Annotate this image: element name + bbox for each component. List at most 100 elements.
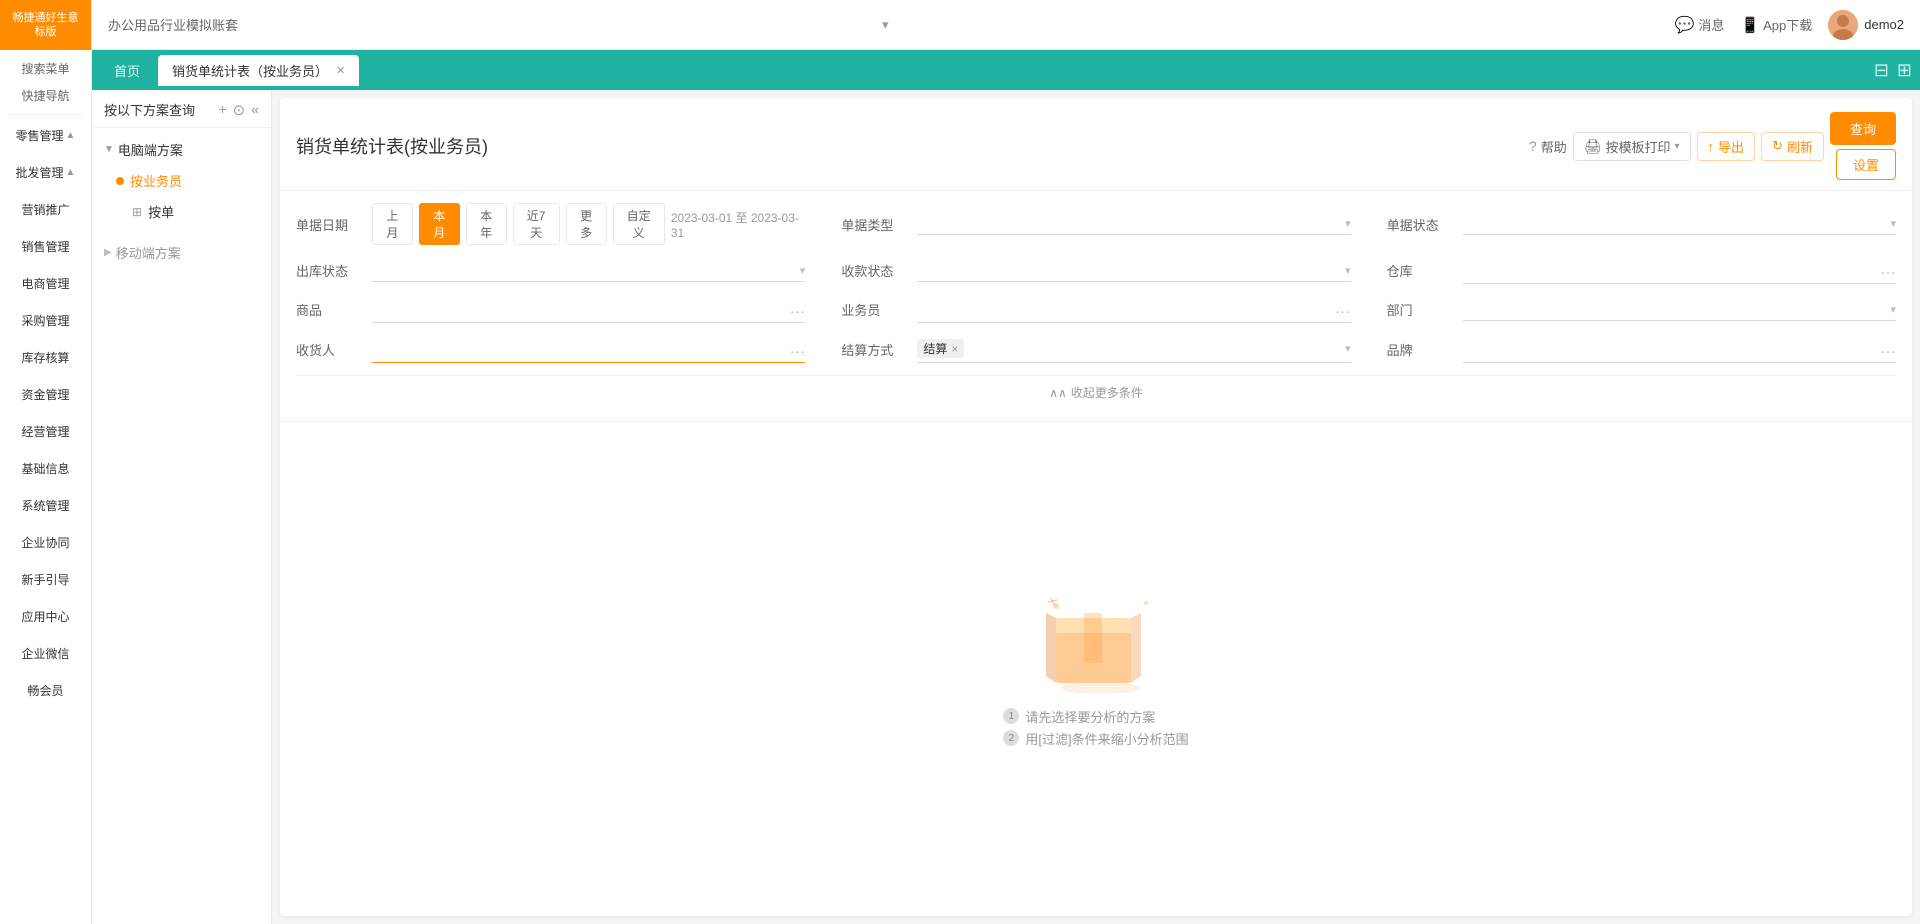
doc-status-arrow-icon: ▾: [1890, 217, 1896, 230]
page-header: 销货单统计表(按业务员) ? 帮助 🖨 按模板打印 ▾ ↑ 导出: [280, 98, 1912, 191]
sidebar-item-system[interactable]: 系统管理: [0, 487, 91, 524]
user-profile[interactable]: demo2: [1828, 10, 1904, 40]
doc-status-select[interactable]: ▾: [1463, 213, 1896, 235]
sidebar-item-basic[interactable]: 基础信息: [0, 450, 91, 487]
salesman-dots[interactable]: …: [1335, 300, 1351, 318]
goods-select[interactable]: …: [372, 296, 805, 323]
warehouse-select[interactable]: …: [1463, 257, 1896, 284]
tab-expand-icon[interactable]: ⊞: [1897, 60, 1912, 81]
sidebar-search[interactable]: 搜索菜单: [0, 50, 91, 83]
sidebar-item-app-center[interactable]: 应用中心: [0, 598, 91, 635]
expand-arrow-icon: ▼: [104, 144, 114, 155]
sidebar-item-label: 营销推广: [21, 201, 69, 218]
sidebar-item-vip[interactable]: 畅会员: [0, 672, 91, 709]
date-filter-group: 上月 本月 本年 近7天 更多 自定义 2023-03-01 至 2023-03…: [372, 203, 805, 245]
sidebar-item-sales[interactable]: 销售管理: [0, 228, 91, 265]
refresh-label: 刷新: [1787, 137, 1813, 156]
left-panel-title: 按以下方案查询: [104, 100, 195, 119]
dept-select[interactable]: ▾: [1463, 299, 1896, 321]
plan-item-by-salesman[interactable]: 按业务员: [92, 165, 271, 196]
plan-group-pc-label: 电脑端方案: [118, 140, 183, 159]
sidebar-item-enterprise[interactable]: 企业协同: [0, 524, 91, 561]
settings-button[interactable]: 设置: [1836, 149, 1896, 180]
phone-icon: 📱: [1740, 16, 1759, 34]
goods-dots[interactable]: …: [789, 300, 805, 318]
query-button[interactable]: 查询: [1830, 112, 1896, 145]
receipt-status-select[interactable]: ▾: [917, 260, 1350, 282]
page-title: 销货单统计表(按业务员): [296, 133, 488, 159]
avatar: [1828, 10, 1858, 40]
collapse-more-bar[interactable]: ∧∧ 收起更多条件: [296, 375, 1896, 409]
brand-label: 品牌: [1387, 340, 1447, 359]
dept-label: 部门: [1387, 300, 1447, 319]
consignee-dots[interactable]: …: [789, 340, 805, 358]
sidebar-item-retail[interactable]: 零售管理 ▲: [0, 117, 91, 154]
dropdown-icon[interactable]: ▾: [882, 17, 889, 33]
receipt-status-arrow-icon: ▾: [1345, 264, 1351, 277]
sidebar-item-inventory[interactable]: 库存核算: [0, 339, 91, 376]
export-button[interactable]: ↑ 导出: [1697, 132, 1756, 161]
message-button[interactable]: 💬 消息: [1675, 15, 1725, 35]
settlement-select[interactable]: 结算 × ▾: [917, 335, 1350, 363]
tab-sales-stat[interactable]: 销货单统计表（按业务员） ✕: [158, 55, 359, 86]
sidebar-item-finance[interactable]: 资金管理: [0, 376, 91, 413]
date-btn-more[interactable]: 更多: [566, 203, 607, 245]
dept-arrow-icon: ▾: [1890, 303, 1896, 316]
date-btn-last-month[interactable]: 上月: [372, 203, 413, 245]
date-btn-custom[interactable]: 自定义: [613, 203, 665, 245]
help-button[interactable]: ? 帮助: [1529, 137, 1567, 156]
brand-select[interactable]: …: [1463, 336, 1896, 363]
app-logo: 畅捷通好生意标版: [0, 0, 91, 50]
salesman-select[interactable]: …: [917, 296, 1350, 323]
sidebar-item-label: 新手引导: [21, 571, 69, 588]
plan-group-pc-header[interactable]: ▼ 电脑端方案: [92, 134, 271, 165]
sidebar-item-newbie[interactable]: 新手引导: [0, 561, 91, 598]
date-btn-last-7[interactable]: 近7天: [513, 203, 560, 245]
doc-status-label: 单据状态: [1387, 215, 1447, 234]
warehouse-dots[interactable]: …: [1880, 261, 1896, 279]
app-download-button[interactable]: 📱 App下载: [1740, 15, 1812, 34]
template-print-button[interactable]: 🖨 按模板打印 ▾: [1573, 132, 1691, 161]
empty-text: 1 请先选择要分析的方案 2 用[过滤]条件来缩小分析范围: [1003, 704, 1188, 751]
plan-item-by-salesman-label: 按业务员: [130, 171, 182, 190]
tab-minimize-icon[interactable]: ⊟: [1874, 60, 1889, 81]
edit-plan-icon[interactable]: ⊙: [233, 101, 246, 119]
add-plan-icon[interactable]: +: [218, 101, 226, 119]
collapse-up-icon: ∧∧: [1049, 386, 1067, 400]
sidebar-item-wholesale[interactable]: 批发管理 ▲: [0, 154, 91, 191]
left-panel-header: 按以下方案查询 + ⊙ «: [92, 90, 271, 128]
sidebar-item-wechat[interactable]: 企业微信: [0, 635, 91, 672]
tab-home[interactable]: 首页: [100, 55, 154, 86]
sidebar-item-label: 电商管理: [21, 275, 69, 292]
consignee-input[interactable]: [372, 341, 785, 356]
sidebar-item-ecom[interactable]: 电商管理: [0, 265, 91, 302]
sidebar-item-label: 基础信息: [21, 460, 69, 477]
plan-item-by-order[interactable]: ⊞ 按单: [92, 196, 271, 227]
collapse-panel-icon[interactable]: «: [251, 101, 259, 119]
sidebar-quicknav[interactable]: 快捷导航: [0, 83, 91, 112]
plan-group-mobile-header[interactable]: ▶ 移动端方案: [92, 237, 271, 268]
date-btn-this-month[interactable]: 本月: [419, 203, 460, 245]
sidebar-item-label: 库存核算: [21, 349, 69, 366]
sidebar-item-operation[interactable]: 经营管理: [0, 413, 91, 450]
brand-dots[interactable]: …: [1880, 340, 1896, 358]
settlement-close-icon[interactable]: ×: [951, 342, 958, 356]
out-status-select[interactable]: ▾: [372, 260, 805, 282]
plan-item-icon: ⊞: [132, 205, 142, 219]
tab-close-icon[interactable]: ✕: [336, 64, 345, 77]
settlement-tag[interactable]: 结算 ×: [917, 339, 964, 358]
help-label: 帮助: [1541, 137, 1567, 156]
message-icon: 💬: [1675, 15, 1695, 35]
date-range-text: 2023-03-01 至 2023-03-31: [671, 209, 806, 240]
sales-tab-label: 销货单统计表（按业务员）: [172, 61, 328, 80]
warehouse-label: 仓库: [1387, 261, 1447, 280]
chevron-icon: ▲: [66, 130, 76, 141]
chevron-icon: ▲: [66, 167, 76, 178]
doc-type-select[interactable]: ▾: [917, 213, 1350, 235]
sidebar-item-marketing[interactable]: 营销推广: [0, 191, 91, 228]
settlement-arrow-icon: ▾: [1345, 342, 1351, 355]
sidebar-item-purchase[interactable]: 采购管理: [0, 302, 91, 339]
refresh-button[interactable]: ↻ 刷新: [1761, 132, 1824, 161]
main-area: 办公用品行业模拟账套 ▾ 💬 消息 📱 App下载 demo: [92, 0, 1920, 924]
date-btn-this-year[interactable]: 本年: [466, 203, 507, 245]
